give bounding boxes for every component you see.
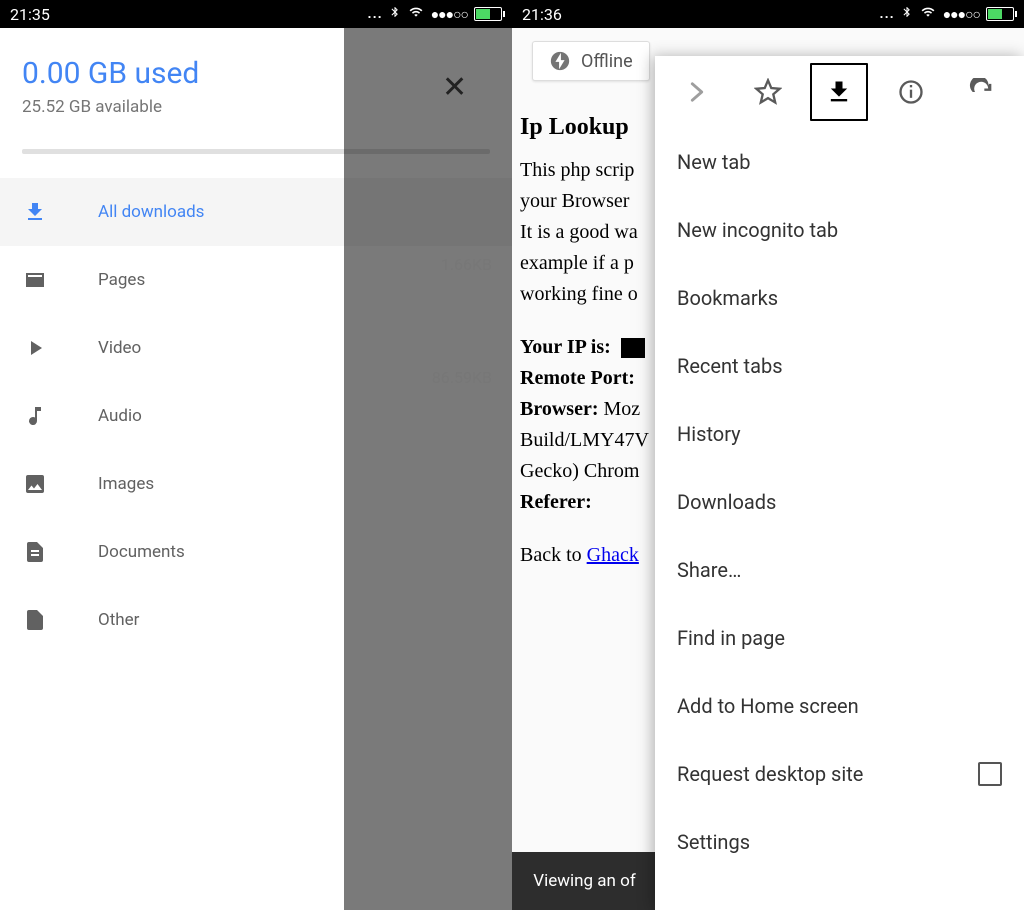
category-all-downloads[interactable]: All downloads bbox=[0, 178, 512, 246]
category-label: All downloads bbox=[98, 202, 204, 222]
category-label: Pages bbox=[98, 270, 145, 290]
menu-share[interactable]: Share… bbox=[655, 536, 1024, 604]
pages-icon bbox=[22, 268, 48, 292]
storage-available: 25.52 GB available bbox=[22, 97, 490, 117]
status-icons: ... ●●●○○ bbox=[880, 4, 1014, 24]
category-label: Other bbox=[98, 610, 139, 630]
forward-button[interactable] bbox=[668, 63, 726, 121]
signal-dots-icon: ●●●○○ bbox=[431, 6, 468, 23]
status-time: 21:35 bbox=[10, 5, 50, 24]
status-icons: ... ●●●○○ bbox=[368, 4, 502, 24]
refresh-button[interactable] bbox=[953, 63, 1011, 121]
downloads-categories: All downloads Pages Video Audio Images D… bbox=[0, 164, 512, 654]
checkbox-icon[interactable] bbox=[978, 762, 1002, 786]
category-other[interactable]: Other bbox=[0, 586, 512, 654]
menu-new-tab[interactable]: New tab bbox=[655, 128, 1024, 196]
snackbar-text: Viewing an of bbox=[533, 871, 636, 891]
browser-body: Offline Ip Lookup This php scrip your Br… bbox=[512, 28, 1024, 910]
category-pages[interactable]: Pages bbox=[0, 246, 512, 314]
file-size: 1.66KB bbox=[441, 255, 492, 274]
bluetooth-icon bbox=[901, 4, 913, 24]
download-button[interactable] bbox=[810, 63, 868, 121]
menu-find-in-page[interactable]: Find in page bbox=[655, 604, 1024, 672]
download-icon bbox=[22, 200, 48, 224]
offline-label: Offline bbox=[581, 51, 633, 72]
category-label: Video bbox=[98, 338, 141, 358]
signal-dots-icon: ●●●○○ bbox=[943, 6, 980, 23]
wifi-icon bbox=[407, 5, 425, 23]
status-time: 21:36 bbox=[522, 5, 562, 24]
menu-bookmarks[interactable]: Bookmarks bbox=[655, 264, 1024, 332]
category-documents[interactable]: Documents bbox=[0, 518, 512, 586]
battery-icon bbox=[986, 7, 1014, 21]
menu-downloads[interactable]: Downloads bbox=[655, 468, 1024, 536]
menu-settings[interactable]: Settings bbox=[655, 808, 1024, 876]
bolt-icon bbox=[549, 50, 571, 72]
category-label: Audio bbox=[98, 406, 142, 426]
storage-used: 0.00 GB used bbox=[22, 56, 490, 91]
menu-add-to-home-screen[interactable]: Add to Home screen bbox=[655, 672, 1024, 740]
category-images[interactable]: Images bbox=[0, 450, 512, 518]
file-icon bbox=[22, 608, 48, 632]
screen-downloads: 21:35 ... ●●●○○ 0.00 GB used 25.52 GB av… bbox=[0, 0, 512, 910]
menu-recent-tabs[interactable]: Recent tabs bbox=[655, 332, 1024, 400]
wifi-icon bbox=[919, 5, 937, 23]
screen-browser: 21:36 ... ●●●○○ Offline Ip Lookup This p… bbox=[512, 0, 1024, 910]
more-icon: ... bbox=[368, 6, 383, 22]
battery-icon bbox=[474, 7, 502, 21]
overflow-menu: New tab New incognito tab Bookmarks Rece… bbox=[655, 56, 1024, 910]
status-bar-left: 21:35 ... ●●●○○ bbox=[0, 0, 512, 28]
file-size: 86.59KB bbox=[432, 368, 492, 387]
category-audio[interactable]: Audio bbox=[0, 382, 512, 450]
video-icon bbox=[22, 336, 48, 360]
more-icon: ... bbox=[880, 6, 895, 22]
ghacks-link[interactable]: Ghack bbox=[587, 544, 639, 566]
bluetooth-icon bbox=[389, 4, 401, 24]
bookmark-button[interactable] bbox=[739, 63, 797, 121]
downloads-drawer: 0.00 GB used 25.52 GB available All down… bbox=[0, 28, 512, 910]
menu-toolbar bbox=[655, 56, 1024, 128]
menu-new-incognito-tab[interactable]: New incognito tab bbox=[655, 196, 1024, 264]
status-bar-right: 21:36 ... ●●●○○ bbox=[512, 0, 1024, 28]
menu-request-desktop-site[interactable]: Request desktop site bbox=[655, 740, 1024, 808]
info-button[interactable] bbox=[882, 63, 940, 121]
category-label: Images bbox=[98, 474, 154, 494]
category-label: Documents bbox=[98, 542, 185, 562]
audio-icon bbox=[22, 404, 48, 428]
close-icon[interactable]: ✕ bbox=[442, 70, 467, 105]
offline-snackbar: Viewing an of bbox=[512, 852, 657, 910]
redacted-ip bbox=[621, 338, 645, 358]
documents-icon bbox=[22, 540, 48, 564]
storage-bar bbox=[22, 149, 490, 154]
menu-items: New tab New incognito tab Bookmarks Rece… bbox=[655, 128, 1024, 910]
offline-chip[interactable]: Offline bbox=[532, 41, 650, 81]
images-icon bbox=[22, 472, 48, 496]
menu-history[interactable]: History bbox=[655, 400, 1024, 468]
